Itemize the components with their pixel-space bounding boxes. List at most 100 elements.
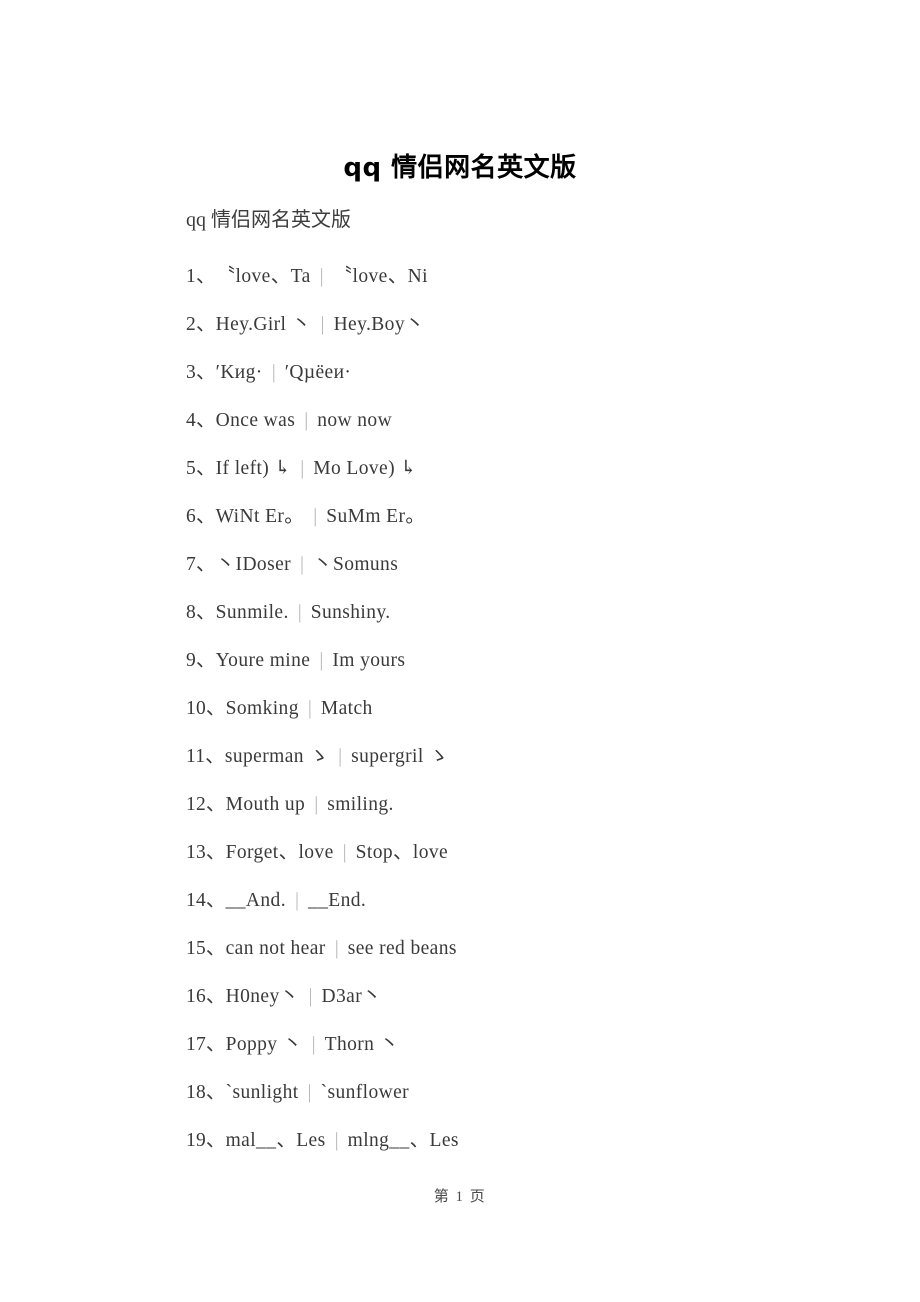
nickname-pair-row: 19、 mal__、Les | mlng__、Les (186, 1117, 886, 1165)
pair-separator: | (308, 985, 313, 1007)
nickname-left: 〝love、Ta (215, 266, 311, 287)
nickname-left: Hey.Girl 丶 (215, 314, 312, 335)
nickname-left: Once was (215, 410, 296, 431)
nickname-left: Somking (225, 698, 299, 719)
nickname-left: Sunmile. (215, 602, 289, 623)
nickname-pair-row: 14、 __And. | __End. (186, 877, 886, 925)
pair-separator: | (320, 313, 325, 335)
nickname-pair-row: 9、 Youre mine | Im yours (186, 637, 886, 685)
entry-index: 10、 (186, 698, 226, 719)
entry-index: 11、 (186, 746, 225, 767)
nickname-pair-row: 18、 `sunlight | `sunflower (186, 1069, 886, 1117)
nickname-left: can not hear (225, 938, 326, 959)
nickname-left: superman ゝ (224, 746, 330, 767)
nickname-pair-row: 6、 WiNt Er。 | SuMm Er。 (186, 493, 886, 541)
entry-index: 12、 (186, 794, 226, 815)
pair-separator: | (304, 409, 309, 431)
entry-index: 18、 (186, 1082, 226, 1103)
nickname-pair-row: 13、 Forget、love | Stop、love (186, 829, 886, 877)
pair-separator: | (342, 841, 347, 863)
document-body: qq 情侣网名英文版 1、 〝love、Ta | 〝love、Ni 2、 Hey.Girl… (186, 205, 886, 1165)
nickname-pair-row: 15、 can not hear | see red beans (186, 925, 886, 973)
nickname-right: Hey.Boy丶 (333, 314, 425, 335)
nickname-pair-row: 12、 Mouth up | smiling. (186, 781, 886, 829)
pair-separator: | (294, 889, 299, 911)
entry-index: 7、 (186, 554, 216, 575)
nickname-list: 1、 〝love、Ta | 〝love、Ni 2、 Hey.Girl 丶 | Hey.Boy丶… (186, 253, 886, 1165)
nickname-left: Poppy 丶 (225, 1034, 303, 1055)
nickname-left: __And. (225, 890, 286, 911)
nickname-left: mal__、Les (225, 1130, 326, 1151)
entry-index: 9、 (186, 650, 216, 671)
pair-separator: | (338, 745, 343, 767)
nickname-left: `sunlight (225, 1082, 299, 1103)
nickname-left: Forget、love (225, 842, 334, 863)
nickname-pair-row: 11、 superman ゝ | supergril ゝ (186, 733, 886, 781)
pair-separator: | (311, 1033, 316, 1055)
nickname-right: mlng__、Les (347, 1130, 459, 1151)
nickname-pair-row: 5、 If left) ↳ | Mo Love) ↳ (186, 445, 886, 493)
entry-index: 15、 (186, 938, 226, 959)
nickname-left: H0ney丶 (225, 986, 300, 1007)
entry-index: 1、 (186, 266, 216, 287)
entry-index: 14、 (186, 890, 226, 911)
nickname-pair-row: 1、 〝love、Ta | 〝love、Ni (186, 253, 886, 301)
entry-index: 13、 (186, 842, 226, 863)
nickname-right: supergril ゝ (351, 746, 449, 767)
nickname-left: Mouth up (225, 794, 306, 815)
nickname-right: now now (317, 410, 393, 431)
nickname-right: Mo Love) ↳ (313, 458, 417, 479)
page-number-footer: 第 1 页 (433, 1189, 487, 1205)
nickname-right: 丶Somuns (313, 554, 399, 575)
nickname-pair-row: 10、 Somking | Match (186, 685, 886, 733)
entry-index: 16、 (186, 986, 226, 1007)
pair-separator: | (319, 265, 324, 287)
pair-separator: | (297, 601, 302, 623)
nickname-pair-row: 2、 Hey.Girl 丶 | Hey.Boy丶 (186, 301, 886, 349)
nickname-pair-row: 17、 Poppy 丶 | Thorn 丶 (186, 1021, 886, 1069)
document-page: qq 情侣网名英文版 qq 情侣网名英文版 1、 〝love、Ta | 〝love、N… (0, 0, 920, 1302)
pair-separator: | (334, 937, 339, 959)
nickname-right: Sunshiny. (310, 602, 391, 623)
entry-index: 19、 (186, 1130, 226, 1151)
nickname-right: SuMm Er。 (326, 506, 426, 527)
nickname-pair-row: 16、 H0ney丶 | D3ar丶 (186, 973, 886, 1021)
nickname-right: 〝love、Ni (332, 266, 428, 287)
pair-separator: | (271, 361, 276, 383)
nickname-right: Stop、love (355, 842, 449, 863)
pair-separator: | (313, 505, 318, 527)
entry-index: 3、 (186, 362, 216, 383)
pair-separator: | (307, 1081, 312, 1103)
pair-separator: | (300, 553, 305, 575)
nickname-left: Youre mine (215, 650, 311, 671)
entry-index: 6、 (186, 506, 216, 527)
nickname-left: WiNt Er。 (215, 506, 305, 527)
nickname-pair-row: 4、 Once was | now now (186, 397, 886, 445)
nickname-right: Thorn 丶 (324, 1034, 400, 1055)
nickname-right: see red beans (347, 938, 457, 959)
nickname-right: Im yours (332, 650, 406, 671)
lead-paragraph: qq 情侣网名英文版 (186, 209, 351, 231)
nickname-right: Match (320, 698, 373, 719)
pair-separator: | (300, 457, 305, 479)
page-title: qq 情侣网名英文版 (343, 153, 577, 184)
pair-separator: | (319, 649, 324, 671)
nickname-left: If left) ↳ (215, 458, 292, 479)
pair-separator: | (314, 793, 319, 815)
entry-index: 17、 (186, 1034, 226, 1055)
entry-index: 4、 (186, 410, 216, 431)
pair-separator: | (307, 697, 312, 719)
nickname-left: 丶IDoser (215, 554, 292, 575)
nickname-right: D3ar丶 (321, 986, 382, 1007)
nickname-pair-row: 8、 Sunmile. | Sunshiny. (186, 589, 886, 637)
nickname-right: __End. (307, 890, 367, 911)
nickname-pair-row: 3、 ′Kиg· | ′Qµёeи· (186, 349, 886, 397)
entry-index: 8、 (186, 602, 216, 623)
nickname-right: ′Qµёeи· (284, 362, 352, 383)
nickname-pair-row: 7、 丶IDoser | 丶Somuns (186, 541, 886, 589)
entry-index: 5、 (186, 458, 216, 479)
nickname-right: `sunflower (320, 1082, 410, 1103)
nickname-left: ′Kиg· (215, 362, 263, 383)
nickname-right: smiling. (327, 794, 394, 815)
pair-separator: | (334, 1129, 339, 1151)
